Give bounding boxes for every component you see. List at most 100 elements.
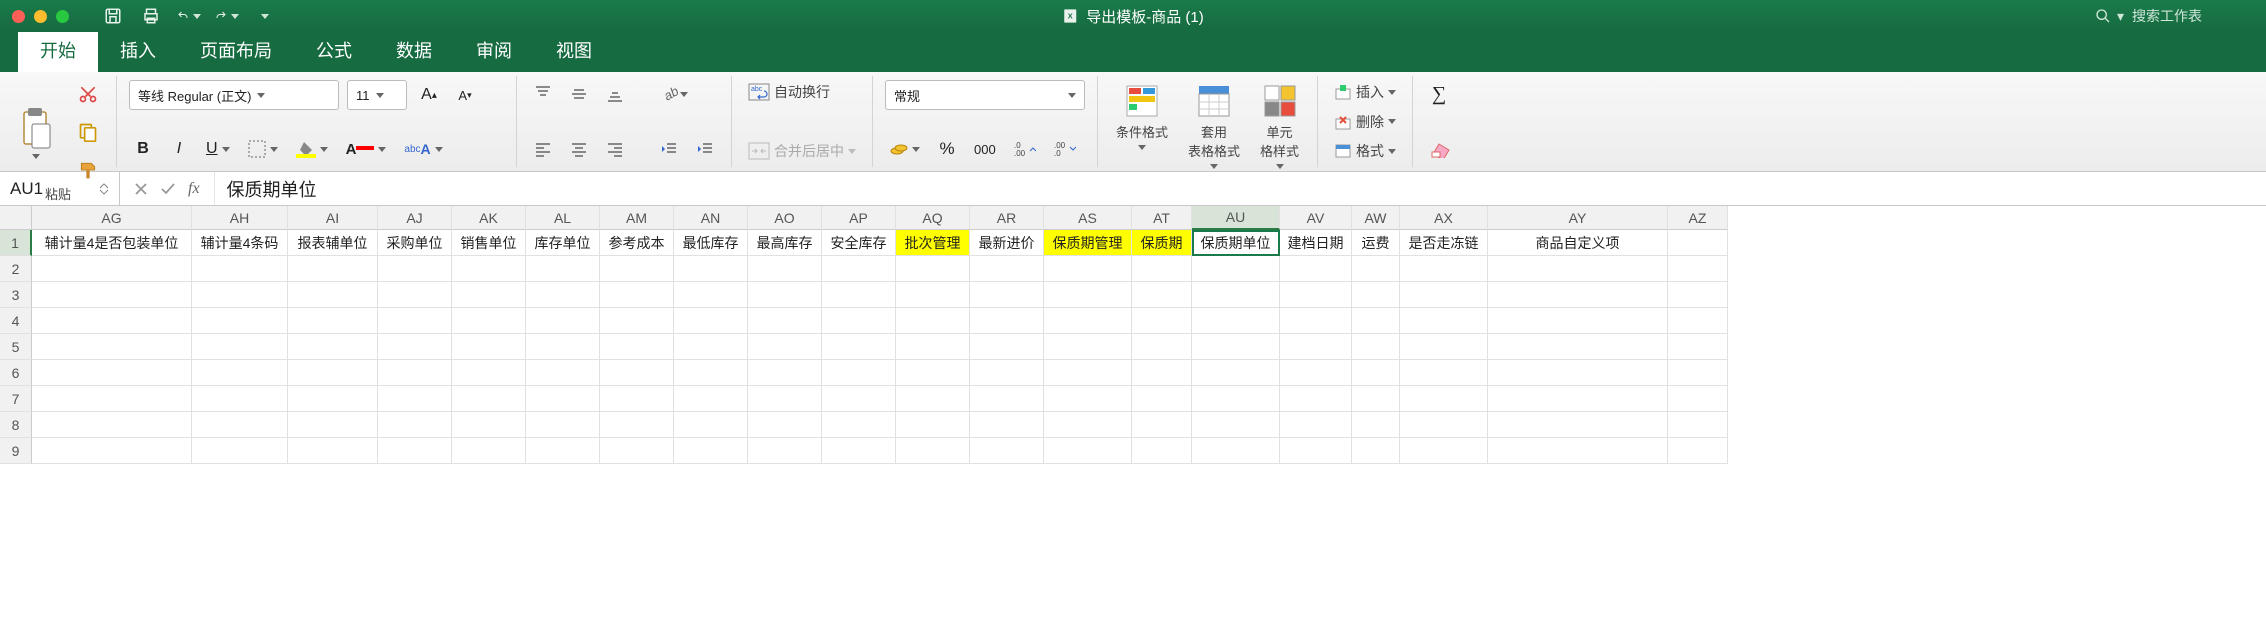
cell-AJ5[interactable] [378, 334, 452, 360]
cell-AR8[interactable] [970, 412, 1044, 438]
cell-AU4[interactable] [1192, 308, 1280, 334]
align-left-button[interactable] [529, 135, 557, 163]
cell-AM2[interactable] [600, 256, 674, 282]
cell-AH5[interactable] [192, 334, 288, 360]
row-header-8[interactable]: 8 [0, 412, 32, 438]
cell-AX1[interactable]: 是否走冻链 [1400, 230, 1488, 256]
cell-AU1[interactable]: 保质期单位 [1192, 230, 1280, 256]
cell-AW9[interactable] [1352, 438, 1400, 464]
tab-公式[interactable]: 公式 [294, 28, 374, 72]
column-header-AI[interactable]: AI [288, 206, 378, 230]
cell-AO5[interactable] [748, 334, 822, 360]
cell-AR9[interactable] [970, 438, 1044, 464]
cell-AO2[interactable] [748, 256, 822, 282]
cell-AV3[interactable] [1280, 282, 1352, 308]
cell-AY3[interactable] [1488, 282, 1668, 308]
cell-AN1[interactable]: 最低库存 [674, 230, 748, 256]
cell-AZ6[interactable] [1668, 360, 1728, 386]
cell-AI7[interactable] [288, 386, 378, 412]
cell-AX6[interactable] [1400, 360, 1488, 386]
cell-AR5[interactable] [970, 334, 1044, 360]
row-header-5[interactable]: 5 [0, 334, 32, 360]
cell-AL4[interactable] [526, 308, 600, 334]
cell-AG6[interactable] [32, 360, 192, 386]
orientation-button[interactable]: ab [655, 80, 693, 108]
cell-AX5[interactable] [1400, 334, 1488, 360]
cell-AP7[interactable] [822, 386, 896, 412]
cell-AW7[interactable] [1352, 386, 1400, 412]
column-header-AJ[interactable]: AJ [378, 206, 452, 230]
cell-AO8[interactable] [748, 412, 822, 438]
tab-审阅[interactable]: 审阅 [454, 28, 534, 72]
cell-AH1[interactable]: 辅计量4条码 [192, 230, 288, 256]
cell-AN4[interactable] [674, 308, 748, 334]
cell-AS2[interactable] [1044, 256, 1132, 282]
cell-AI8[interactable] [288, 412, 378, 438]
column-header-AV[interactable]: AV [1280, 206, 1352, 230]
cell-AO7[interactable] [748, 386, 822, 412]
font-name-combo[interactable]: 等线 Regular (正文) [129, 80, 339, 110]
cell-AU7[interactable] [1192, 386, 1280, 412]
font-size-combo[interactable]: 11 [347, 80, 407, 110]
cell-AS6[interactable] [1044, 360, 1132, 386]
decrease-decimal-button[interactable]: .00.0 [1049, 135, 1081, 163]
cell-AL7[interactable] [526, 386, 600, 412]
cell-AM8[interactable] [600, 412, 674, 438]
cell-AP9[interactable] [822, 438, 896, 464]
cell-AV1[interactable]: 建档日期 [1280, 230, 1352, 256]
cell-AP5[interactable] [822, 334, 896, 360]
cell-AQ9[interactable] [896, 438, 970, 464]
cell-AZ4[interactable] [1668, 308, 1728, 334]
cell-AQ7[interactable] [896, 386, 970, 412]
currency-button[interactable] [885, 135, 925, 163]
cell-AQ6[interactable] [896, 360, 970, 386]
column-header-AX[interactable]: AX [1400, 206, 1488, 230]
cell-AN8[interactable] [674, 412, 748, 438]
cell-AJ4[interactable] [378, 308, 452, 334]
cell-AM4[interactable] [600, 308, 674, 334]
borders-button[interactable] [243, 135, 283, 163]
formula-input[interactable]: 保质期单位 [215, 172, 2266, 205]
name-box-up-icon[interactable] [99, 182, 109, 189]
tab-数据[interactable]: 数据 [374, 28, 454, 72]
cell-AG5[interactable] [32, 334, 192, 360]
cell-AS7[interactable] [1044, 386, 1132, 412]
column-header-AR[interactable]: AR [970, 206, 1044, 230]
column-header-AG[interactable]: AG [32, 206, 192, 230]
cell-AP4[interactable] [822, 308, 896, 334]
cell-AP1[interactable]: 安全库存 [822, 230, 896, 256]
align-right-button[interactable] [601, 135, 629, 163]
cell-AK6[interactable] [452, 360, 526, 386]
cell-AN5[interactable] [674, 334, 748, 360]
cell-AI3[interactable] [288, 282, 378, 308]
align-center-button[interactable] [565, 135, 593, 163]
cell-AK8[interactable] [452, 412, 526, 438]
cell-AG9[interactable] [32, 438, 192, 464]
cell-AL9[interactable] [526, 438, 600, 464]
cell-AW6[interactable] [1352, 360, 1400, 386]
cell-AK3[interactable] [452, 282, 526, 308]
customize-qat-button[interactable] [253, 4, 277, 28]
cell-AR3[interactable] [970, 282, 1044, 308]
increase-font-button[interactable]: A▴ [415, 81, 443, 109]
cell-AR1[interactable]: 最新进价 [970, 230, 1044, 256]
cell-AV4[interactable] [1280, 308, 1352, 334]
save-icon[interactable] [101, 4, 125, 28]
column-header-AP[interactable]: AP [822, 206, 896, 230]
cell-AT9[interactable] [1132, 438, 1192, 464]
column-header-AM[interactable]: AM [600, 206, 674, 230]
cell-AZ9[interactable] [1668, 438, 1728, 464]
cell-AX3[interactable] [1400, 282, 1488, 308]
cell-AQ3[interactable] [896, 282, 970, 308]
cell-AL1[interactable]: 库存单位 [526, 230, 600, 256]
cell-AK9[interactable] [452, 438, 526, 464]
cell-AL8[interactable] [526, 412, 600, 438]
cell-AS4[interactable] [1044, 308, 1132, 334]
cell-AV7[interactable] [1280, 386, 1352, 412]
row-header-1[interactable]: 1 [0, 230, 32, 256]
cell-AX7[interactable] [1400, 386, 1488, 412]
row-header-2[interactable]: 2 [0, 256, 32, 282]
cell-AV5[interactable] [1280, 334, 1352, 360]
cell-AI9[interactable] [288, 438, 378, 464]
cell-AW4[interactable] [1352, 308, 1400, 334]
